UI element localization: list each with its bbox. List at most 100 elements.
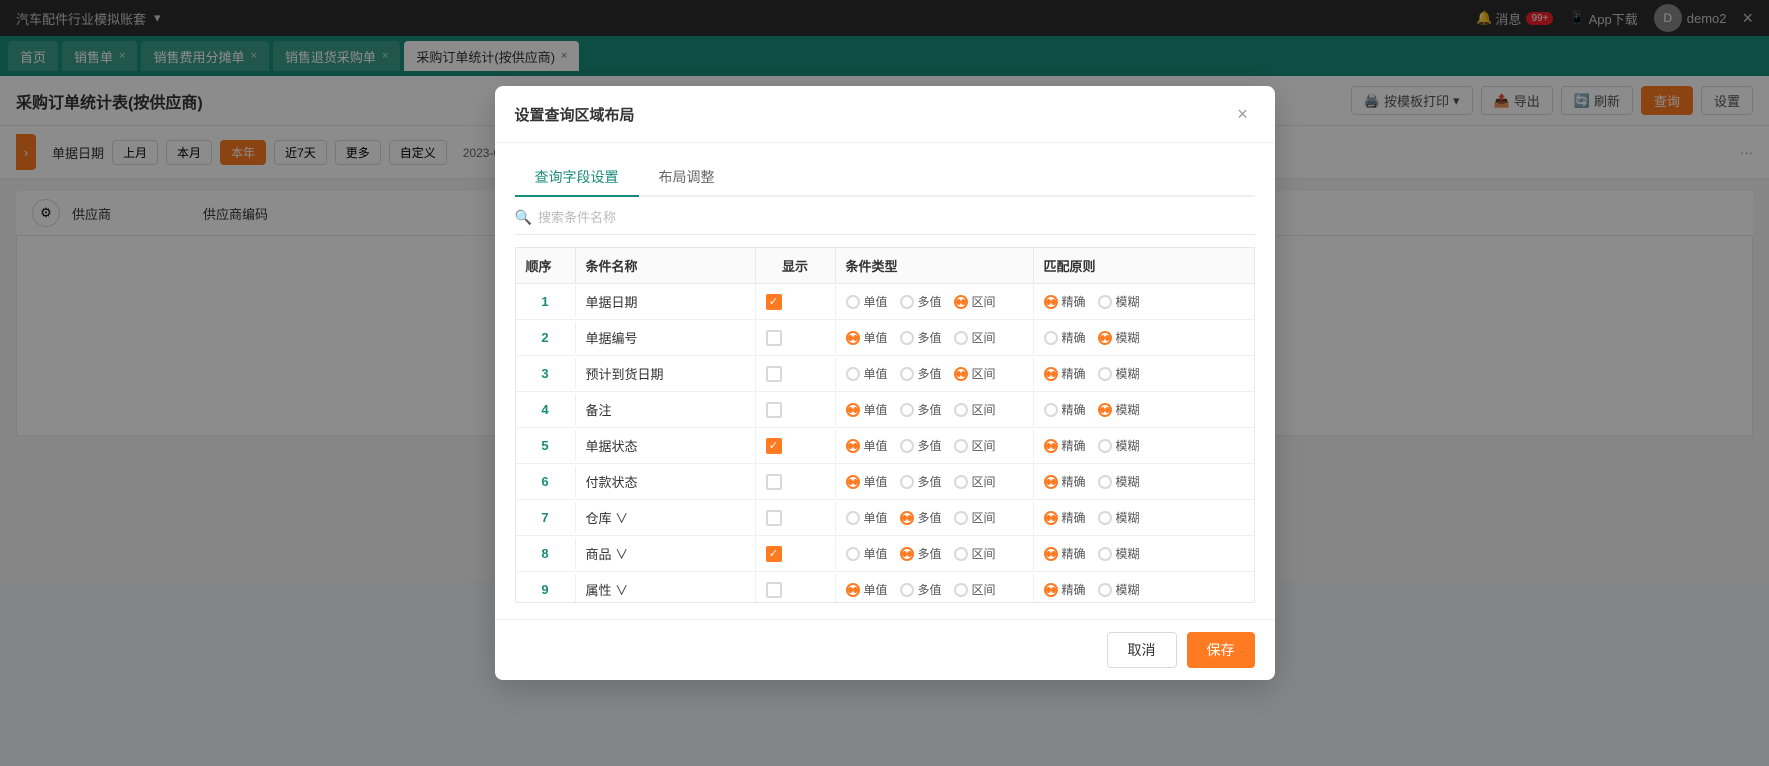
save-label: 保存 <box>1207 642 1235 658</box>
table-row: 3预计到货日期 单值 多值 区间 精确 模糊 <box>516 356 1254 392</box>
row-display-8[interactable] <box>756 574 836 604</box>
radio-circle-range-4 <box>954 439 968 453</box>
radio-range-6[interactable]: 区间 <box>954 509 996 526</box>
tab-query-fields[interactable]: 查询字段设置 <box>515 159 639 197</box>
radio-multi-2[interactable]: 多值 <box>900 365 942 382</box>
checkbox-display-4[interactable]: ✓ <box>766 438 782 454</box>
search-input[interactable] <box>538 210 1255 225</box>
radio-range-8[interactable]: 区间 <box>954 581 996 598</box>
radio-circle-multi-0 <box>900 295 914 309</box>
radio-range-5[interactable]: 区间 <box>954 473 996 490</box>
radio-fuzzy-6[interactable]: 模糊 <box>1098 509 1140 526</box>
radio-exact-1[interactable]: 精确 <box>1044 329 1086 346</box>
radio-single-1[interactable]: 单值 <box>846 329 888 346</box>
radio-fuzzy-8[interactable]: 模糊 <box>1098 581 1140 598</box>
checkbox-display-5[interactable] <box>766 474 782 490</box>
radio-exact-4[interactable]: 精确 <box>1044 437 1086 454</box>
radio-range-1[interactable]: 区间 <box>954 329 996 346</box>
dialog-table: 顺序 条件名称 显示 条件类型 匹配原则 1单据日期✓ 单值 多值 <box>515 247 1255 603</box>
radio-single-2[interactable]: 单值 <box>846 365 888 382</box>
cancel-button[interactable]: 取消 <box>1107 632 1177 668</box>
radio-exact-8[interactable]: 精确 <box>1044 581 1086 598</box>
checkbox-display-7[interactable]: ✓ <box>766 546 782 562</box>
row-match-7: 精确 模糊 <box>1034 537 1254 570</box>
radio-circle-exact-4 <box>1044 439 1058 453</box>
radio-multi-1[interactable]: 多值 <box>900 329 942 346</box>
table-row: 9属性 ∨ 单值 多值 区间 精确 模糊 <box>516 572 1254 603</box>
row-display-0[interactable]: ✓ <box>756 286 836 318</box>
row-name-3: 备注 <box>576 392 756 427</box>
radio-fuzzy-4[interactable]: 模糊 <box>1098 437 1140 454</box>
radio-exact-3[interactable]: 精确 <box>1044 401 1086 418</box>
radio-fuzzy-1[interactable]: 模糊 <box>1098 329 1140 346</box>
row-name-2: 预计到货日期 <box>576 356 756 391</box>
dialog-table-header: 顺序 条件名称 显示 条件类型 匹配原则 <box>515 247 1255 283</box>
row-display-2[interactable] <box>756 358 836 390</box>
save-button[interactable]: 保存 <box>1187 632 1255 668</box>
radio-circle-multi-7 <box>900 547 914 561</box>
radio-circle-single-7 <box>846 547 860 561</box>
radio-range-2[interactable]: 区间 <box>954 365 996 382</box>
tab-layout-adjust[interactable]: 布局调整 <box>639 159 735 197</box>
radio-exact-6[interactable]: 精确 <box>1044 509 1086 526</box>
checkbox-display-6[interactable] <box>766 510 782 526</box>
radio-circle-single-3 <box>846 403 860 417</box>
radio-fuzzy-5[interactable]: 模糊 <box>1098 473 1140 490</box>
radio-range-7[interactable]: 区间 <box>954 545 996 562</box>
radio-range-0[interactable]: 区间 <box>954 293 996 310</box>
row-order-6: 7 <box>516 502 576 533</box>
row-display-1[interactable] <box>756 322 836 354</box>
row-display-5[interactable] <box>756 466 836 498</box>
radio-multi-4[interactable]: 多值 <box>900 437 942 454</box>
radio-multi-7[interactable]: 多值 <box>900 545 942 562</box>
radio-fuzzy-0[interactable]: 模糊 <box>1098 293 1140 310</box>
checkbox-display-8[interactable] <box>766 582 782 598</box>
radio-fuzzy-7[interactable]: 模糊 <box>1098 545 1140 562</box>
radio-exact-0[interactable]: 精确 <box>1044 293 1086 310</box>
row-type-7: 单值 多值 区间 <box>836 537 1034 570</box>
radio-single-4[interactable]: 单值 <box>846 437 888 454</box>
radio-multi-3[interactable]: 多值 <box>900 401 942 418</box>
row-display-4[interactable]: ✓ <box>756 430 836 462</box>
radio-circle-multi-5 <box>900 475 914 489</box>
table-row: 7仓库 ∨ 单值 多值 区间 精确 模糊 <box>516 500 1254 536</box>
row-display-3[interactable] <box>756 394 836 426</box>
radio-circle-exact-1 <box>1044 331 1058 345</box>
radio-circle-range-8 <box>954 583 968 597</box>
dialog-header: 设置查询区域布局 × <box>495 86 1275 143</box>
radio-single-8[interactable]: 单值 <box>846 581 888 598</box>
radio-exact-5[interactable]: 精确 <box>1044 473 1086 490</box>
tab-layout-adjust-label: 布局调整 <box>659 169 715 185</box>
radio-single-6[interactable]: 单值 <box>846 509 888 526</box>
radio-single-5[interactable]: 单值 <box>846 473 888 490</box>
row-name-0: 单据日期 <box>576 284 756 319</box>
dialog-close-button[interactable]: × <box>1231 102 1255 126</box>
radio-single-0[interactable]: 单值 <box>846 293 888 310</box>
row-display-7[interactable]: ✓ <box>756 538 836 570</box>
row-display-6[interactable] <box>756 502 836 534</box>
radio-range-4[interactable]: 区间 <box>954 437 996 454</box>
radio-exact-7[interactable]: 精确 <box>1044 545 1086 562</box>
radio-fuzzy-3[interactable]: 模糊 <box>1098 401 1140 418</box>
radio-exact-2[interactable]: 精确 <box>1044 365 1086 382</box>
table-row: 6付款状态 单值 多值 区间 精确 模糊 <box>516 464 1254 500</box>
radio-circle-multi-8 <box>900 583 914 597</box>
checkbox-display-1[interactable] <box>766 330 782 346</box>
radio-single-3[interactable]: 单值 <box>846 401 888 418</box>
row-order-1: 2 <box>516 322 576 353</box>
radio-circle-multi-3 <box>900 403 914 417</box>
radio-multi-8[interactable]: 多值 <box>900 581 942 598</box>
checkbox-display-2[interactable] <box>766 366 782 382</box>
radio-multi-6[interactable]: 多值 <box>900 509 942 526</box>
radio-range-3[interactable]: 区间 <box>954 401 996 418</box>
radio-circle-multi-6 <box>900 511 914 525</box>
checkbox-display-3[interactable] <box>766 402 782 418</box>
radio-multi-5[interactable]: 多值 <box>900 473 942 490</box>
row-type-6: 单值 多值 区间 <box>836 501 1034 534</box>
radio-multi-0[interactable]: 多值 <box>900 293 942 310</box>
checkbox-display-0[interactable]: ✓ <box>766 294 782 310</box>
radio-circle-fuzzy-6 <box>1098 511 1112 525</box>
radio-single-7[interactable]: 单值 <box>846 545 888 562</box>
radio-fuzzy-2[interactable]: 模糊 <box>1098 365 1140 382</box>
row-match-8: 精确 模糊 <box>1034 573 1254 603</box>
